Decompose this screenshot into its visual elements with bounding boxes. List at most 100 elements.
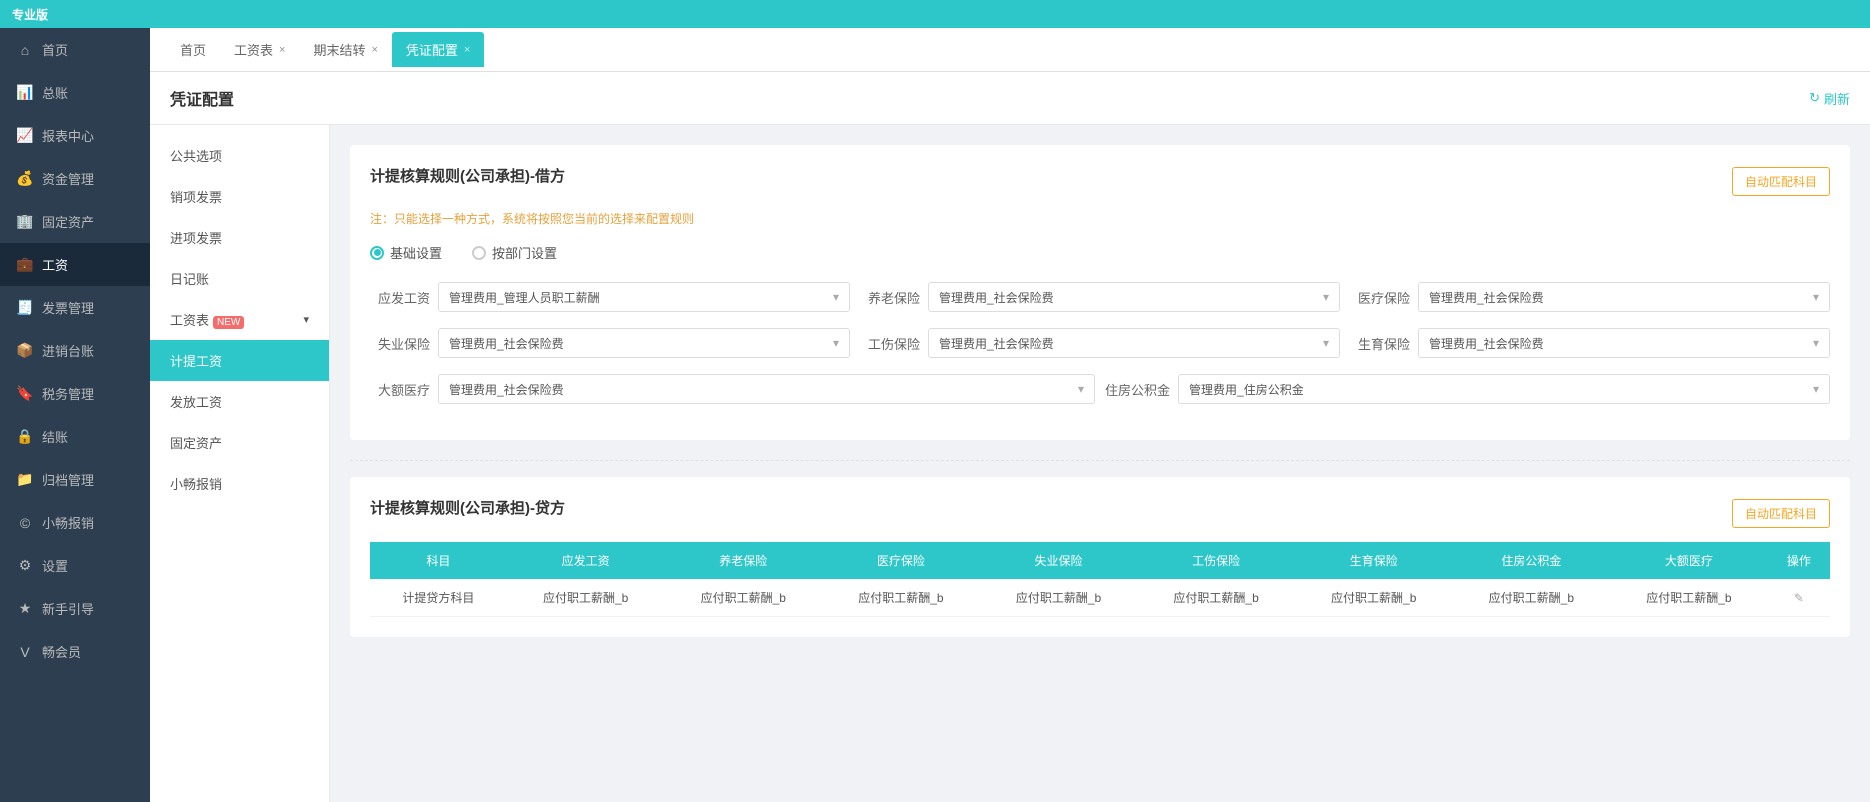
debit-field-select-0-2[interactable]: 管理费用_社会保险费 ▾: [1418, 282, 1830, 312]
debit-field-value-2-0: 管理费用_社会保险费: [449, 381, 564, 398]
left-nav-label-pay-salary: 发放工资: [170, 392, 222, 411]
credit-row-value-0-2: 应付职工薪酬_b: [822, 579, 980, 617]
credit-col-2: 养老保险: [664, 542, 822, 579]
left-nav-item-accrual-salary[interactable]: 计提工资: [150, 340, 329, 381]
debit-field-select-2-1[interactable]: 管理费用_住房公积金 ▾: [1178, 374, 1830, 404]
credit-col-6: 生育保险: [1295, 542, 1453, 579]
left-nav-item-fixed-assets[interactable]: 固定资产: [150, 422, 329, 463]
left-nav-label-purchase-invoice: 进项发票: [170, 228, 222, 247]
sidebar-label-ledger: 总账: [42, 83, 68, 102]
debit-form-row-0: 应发工资 管理费用_管理人员职工薪酬 ▾ 养老保险 管理费用_社会保险费 ▾ 医…: [370, 282, 1830, 312]
sidebar-icon-archive: 📁: [16, 471, 34, 488]
debit-field-0-1: 养老保险 管理费用_社会保险费 ▾: [860, 282, 1340, 312]
credit-row-value-0-0: 应付职工薪酬_b: [507, 579, 665, 617]
debit-field-label-0-2: 医疗保险: [1350, 288, 1410, 307]
left-nav-item-sales-invoice[interactable]: 销项发票: [150, 176, 329, 217]
content-area: 首页工资表×期末结转×凭证配置× 凭证配置 ↻ 刷新 公共选项销项发票进项发票日…: [150, 28, 1870, 802]
debit-field-select-2-0[interactable]: 管理费用_社会保险费 ▾: [438, 374, 1095, 404]
credit-col-8: 大额医疗: [1610, 542, 1768, 579]
debit-field-value-1-0: 管理费用_社会保险费: [449, 335, 564, 352]
credit-row-subject-0: 计提贷方科目: [370, 579, 507, 617]
left-nav-item-salary-table[interactable]: 工资表NEW▾: [150, 299, 329, 340]
debit-field-0-0: 应发工资 管理费用_管理人员职工薪酬 ▾: [370, 282, 850, 312]
sidebar-label-close: 结账: [42, 427, 68, 446]
credit-col-5: 工伤保险: [1137, 542, 1295, 579]
credit-row-edit-0[interactable]: ✎: [1768, 579, 1830, 617]
tab-period-close[interactable]: 期末结转×: [299, 32, 391, 67]
debit-field-2-0: 大额医疗 管理费用_社会保险费 ▾: [370, 374, 1095, 404]
radio-basic-label: 基础设置: [390, 243, 442, 262]
edit-icon-0[interactable]: ✎: [1794, 591, 1804, 605]
debit-field-select-1-2[interactable]: 管理费用_社会保险费 ▾: [1418, 328, 1830, 358]
sidebar-label-tax: 税务管理: [42, 384, 94, 403]
sidebar-item-inventory[interactable]: 📦 进销台账: [0, 329, 150, 372]
debit-field-select-0-0[interactable]: 管理费用_管理人员职工薪酬 ▾: [438, 282, 850, 312]
tab-voucher-config[interactable]: 凭证配置×: [392, 32, 484, 67]
radio-dept-label: 按部门设置: [492, 243, 557, 262]
credit-row-value-0-6: 应付职工薪酬_b: [1453, 579, 1611, 617]
tab-label-home: 首页: [180, 40, 206, 59]
sidebar-item-ledger[interactable]: 📊总账: [0, 71, 150, 114]
sidebar-icon-close: 🔒: [16, 428, 34, 445]
left-nav-item-petty-expense[interactable]: 小畅报销: [150, 463, 329, 504]
tab-close-period-close[interactable]: ×: [371, 44, 377, 56]
tab-home[interactable]: 首页: [166, 32, 220, 67]
radio-basic-circle: [370, 246, 384, 260]
page-title: 凭证配置: [170, 86, 234, 110]
sidebar-label-home: 首页: [42, 40, 68, 59]
sidebar-item-tax[interactable]: 🔖税务管理: [0, 372, 150, 415]
debit-field-0-2: 医疗保险 管理费用_社会保险费 ▾: [1350, 282, 1830, 312]
sidebar-item-reports[interactable]: 📈报表中心: [0, 114, 150, 157]
sidebar-item-guide[interactable]: ★新手引导: [0, 587, 150, 630]
tab-close-salary-table[interactable]: ×: [279, 44, 285, 56]
tab-bar: 首页工资表×期末结转×凭证配置×: [150, 28, 1870, 72]
debit-section-note: 注：只能选择一种方式，系统将按照您当前的选择来配置规则: [370, 210, 1830, 227]
sidebar-icon-funds: 💰: [16, 170, 34, 187]
sidebar-item-salary[interactable]: 💼工资: [0, 243, 150, 286]
credit-table-row-0: 计提贷方科目应付职工薪酬_b应付职工薪酬_b应付职工薪酬_b应付职工薪酬_b应付…: [370, 579, 1830, 617]
debit-field-select-1-1[interactable]: 管理费用_社会保险费 ▾: [928, 328, 1340, 358]
left-nav-label-journal: 日记账: [170, 269, 209, 288]
debit-field-arrow-1-0: ▾: [833, 336, 839, 350]
debit-section-title: 计提核算规则(公司承担)-借方: [370, 165, 565, 186]
left-nav-item-public[interactable]: 公共选项: [150, 135, 329, 176]
credit-table-body: 计提贷方科目应付职工薪酬_b应付职工薪酬_b应付职工薪酬_b应付职工薪酬_b应付…: [370, 579, 1830, 617]
sidebar-item-invoice[interactable]: 🧾发票管理: [0, 286, 150, 329]
tab-close-voucher-config[interactable]: ×: [464, 44, 470, 56]
sidebar-label-inventory: 进销台账: [42, 341, 94, 360]
sidebar-icon-inventory: 📦: [16, 342, 34, 359]
sidebar-icon-settings: ⚙: [16, 557, 34, 574]
sidebar-label-reports: 报表中心: [42, 126, 94, 145]
app-title: 专业版: [12, 6, 48, 23]
debit-auto-match-button[interactable]: 自动匹配科目: [1732, 167, 1830, 196]
left-nav-item-purchase-invoice[interactable]: 进项发票: [150, 217, 329, 258]
credit-auto-match-button[interactable]: 自动匹配科目: [1732, 499, 1830, 528]
left-nav-item-pay-salary[interactable]: 发放工资: [150, 381, 329, 422]
debit-field-value-0-0: 管理费用_管理人员职工薪酬: [449, 289, 600, 306]
debit-field-select-1-0[interactable]: 管理费用_社会保险费 ▾: [438, 328, 850, 358]
radio-basic-setting[interactable]: 基础设置: [370, 243, 442, 262]
debit-field-select-0-1[interactable]: 管理费用_社会保险费 ▾: [928, 282, 1340, 312]
tab-salary-table[interactable]: 工资表×: [220, 32, 299, 67]
top-bar: 专业版: [0, 0, 1870, 28]
sidebar-item-home[interactable]: ⌂ 首页: [0, 28, 150, 71]
sidebar-item-close[interactable]: 🔒 结账: [0, 415, 150, 458]
sidebar-icon-expense: ©: [16, 515, 34, 531]
sidebar-item-funds[interactable]: 💰 资金管理: [0, 157, 150, 200]
sidebar-item-settings[interactable]: ⚙设置: [0, 544, 150, 587]
left-nav-item-journal[interactable]: 日记账: [150, 258, 329, 299]
sidebar-item-vip[interactable]: V畅会员: [0, 630, 150, 673]
debit-field-label-0-1: 养老保险: [860, 288, 920, 307]
debit-field-value-1-2: 管理费用_社会保险费: [1429, 335, 1544, 352]
refresh-icon: ↻: [1809, 90, 1820, 106]
sidebar-item-assets[interactable]: 🏢固定资产: [0, 200, 150, 243]
debit-field-arrow-0-1: ▾: [1323, 290, 1329, 304]
sidebar-item-archive[interactable]: 📁归档管理: [0, 458, 150, 501]
left-nav-label-petty-expense: 小畅报销: [170, 474, 222, 493]
sidebar-icon-home: ⌂: [16, 42, 34, 58]
sidebar-label-funds: 资金管理: [42, 169, 94, 188]
credit-section-title: 计提核算规则(公司承担)-贷方: [370, 497, 565, 518]
radio-dept-setting[interactable]: 按部门设置: [472, 243, 557, 262]
refresh-button[interactable]: ↻ 刷新: [1809, 89, 1850, 108]
sidebar-item-expense[interactable]: ©小畅报销: [0, 501, 150, 544]
